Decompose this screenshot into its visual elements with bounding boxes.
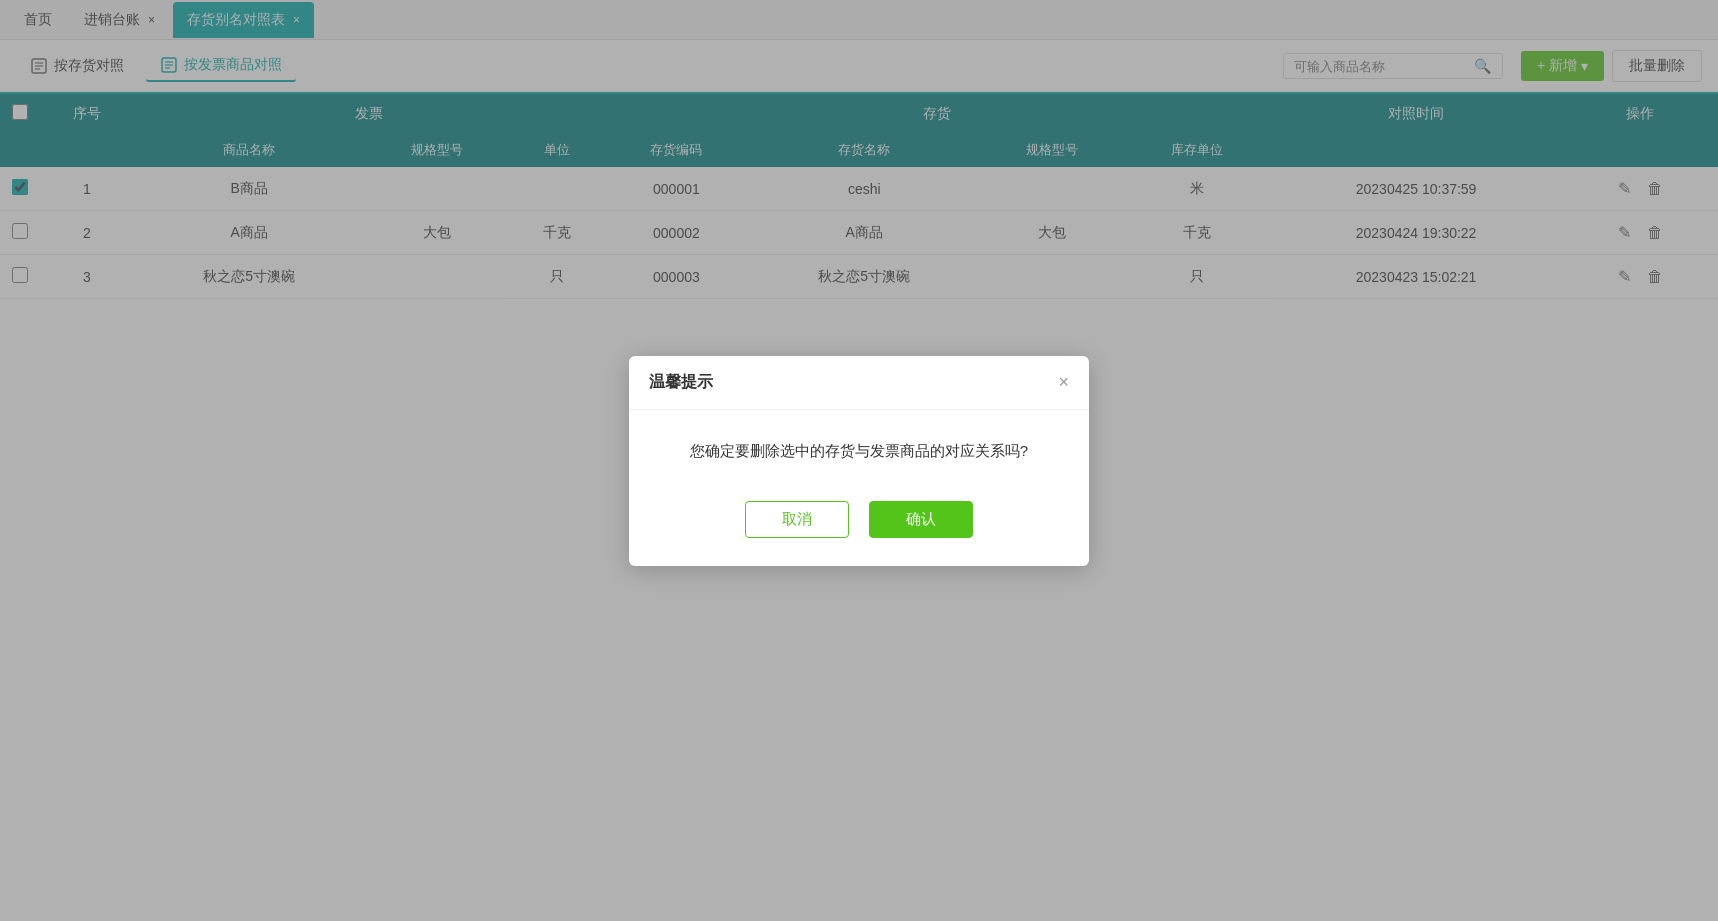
dialog-footer: 取消 确认 bbox=[629, 485, 1089, 566]
dialog-title: 温馨提示 bbox=[649, 372, 713, 393]
dialog-header: 温馨提示 × bbox=[629, 356, 1089, 410]
dialog-message: 您确定要删除选中的存货与发票商品的对应关系吗? bbox=[690, 442, 1028, 459]
dialog-confirm-button[interactable]: 确认 bbox=[869, 501, 973, 538]
dialog-cancel-button[interactable]: 取消 bbox=[745, 501, 849, 538]
dialog-body: 您确定要删除选中的存货与发票商品的对应关系吗? bbox=[629, 410, 1089, 485]
modal-overlay: 温馨提示 × 您确定要删除选中的存货与发票商品的对应关系吗? 取消 确认 bbox=[0, 0, 1718, 921]
dialog: 温馨提示 × 您确定要删除选中的存货与发票商品的对应关系吗? 取消 确认 bbox=[629, 356, 1089, 566]
dialog-close-button[interactable]: × bbox=[1058, 373, 1069, 391]
